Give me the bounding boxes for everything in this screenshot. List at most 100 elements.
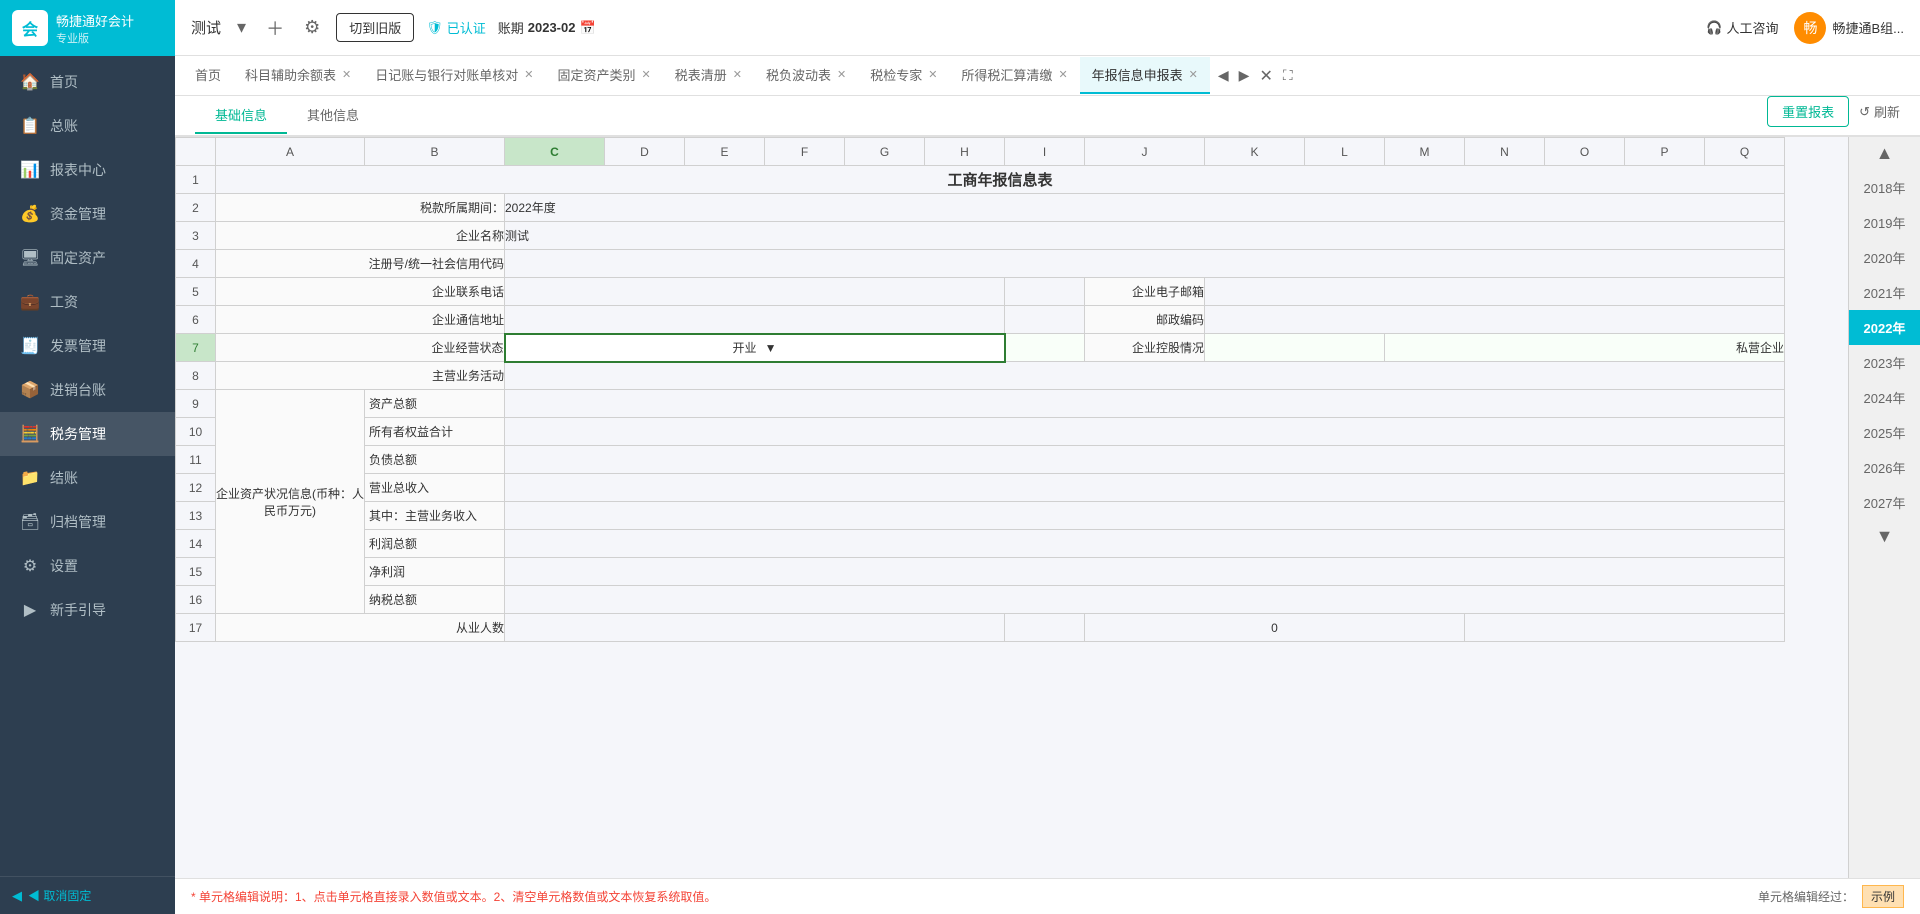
cell-holding-label: 企业控股情况 xyxy=(1085,334,1205,362)
switch-version-btn[interactable]: 切到旧版 xyxy=(336,13,414,42)
tab-close-icon[interactable]: ✕ xyxy=(342,68,351,81)
year-2027[interactable]: 2027年 xyxy=(1849,485,1920,520)
col-h-header: H xyxy=(925,138,1005,166)
cell-status-dropdown[interactable]: 开业 ▼ xyxy=(505,334,1005,362)
year-2026[interactable]: 2026年 xyxy=(1849,450,1920,485)
cell-main-revenue-value[interactable] xyxy=(505,502,1785,530)
add-btn[interactable]: ＋ xyxy=(262,13,288,43)
sidebar-item-archive[interactable]: 🗃 归档管理 xyxy=(0,500,175,544)
year-2025[interactable]: 2025年 xyxy=(1849,415,1920,450)
sidebar-item-invoice[interactable]: 🧾 发票管理 xyxy=(0,324,175,368)
refresh-btn[interactable]: ↺ 刷新 xyxy=(1859,102,1900,121)
sidebar-item-close[interactable]: 📁 结账 xyxy=(0,456,175,500)
cell-holding-value[interactable] xyxy=(1205,334,1385,362)
invoice-icon: 🧾 xyxy=(20,336,40,356)
tab-close-icon[interactable]: ✕ xyxy=(1189,68,1198,81)
cell-main-biz-value[interactable] xyxy=(505,362,1785,390)
settings-btn[interactable]: ⚙ xyxy=(300,15,324,40)
table-row: 8 主营业务活动 xyxy=(176,362,1785,390)
row-13-header: 13 xyxy=(176,502,216,530)
status-hint: * 单元格编辑说明：1、点击单元格直接录入数值或文本。2、清空单元格数值或文本恢… xyxy=(191,888,716,905)
col-j-header: J xyxy=(1085,138,1205,166)
tab-tax-expert[interactable]: 税检专家 ✕ xyxy=(858,57,949,94)
tab-income-tax[interactable]: 所得税汇算清缴 ✕ xyxy=(949,57,1079,94)
sub-tab-basic[interactable]: 基础信息 xyxy=(195,97,287,134)
cell-email-value[interactable] xyxy=(1205,278,1785,306)
cell-company-value[interactable]: 测试 xyxy=(505,222,1785,250)
tab-close-icon[interactable]: ✕ xyxy=(642,68,651,81)
sidebar-item-home[interactable]: 🏠 首页 xyxy=(0,60,175,104)
sidebar-collapse-btn[interactable]: ◀ ◀ 取消固定 xyxy=(0,876,175,914)
cell-title[interactable]: 工商年报信息表 xyxy=(216,166,1785,194)
year-2021[interactable]: 2021年 xyxy=(1849,275,1920,310)
cell-phone-value[interactable] xyxy=(505,278,1005,306)
cell-liabilities-value[interactable] xyxy=(505,446,1785,474)
cell-period-value[interactable]: 2022年度 xyxy=(505,194,1785,222)
tab-journal-bank[interactable]: 日记账与银行对账单核对 ✕ xyxy=(363,57,545,94)
reset-report-btn[interactable]: 重置报表 xyxy=(1767,96,1849,127)
year-2024[interactable]: 2024年 xyxy=(1849,380,1920,415)
sidebar-item-stock[interactable]: 📦 进销台账 xyxy=(0,368,175,412)
cell-empty-17rest xyxy=(1465,614,1785,642)
verified-badge: 🛡 已认证 xyxy=(426,18,486,37)
tab-tax-table[interactable]: 税表清册 ✕ xyxy=(663,57,754,94)
user-menu[interactable]: 畅 畅捷通B组... xyxy=(1794,12,1904,44)
tab-next-btn[interactable]: ▶ xyxy=(1235,63,1254,88)
cell-equity-value[interactable] xyxy=(505,418,1785,446)
calendar-icon[interactable]: 📅 xyxy=(579,20,595,36)
tab-close-icon[interactable]: ✕ xyxy=(837,68,846,81)
sidebar-item-asset[interactable]: 🖥 固定资产 xyxy=(0,236,175,280)
year-2023[interactable]: 2023年 xyxy=(1849,345,1920,380)
sidebar-logo: 会 畅捷通好会计 专业版 xyxy=(0,0,175,56)
tab-fixed-asset-type[interactable]: 固定资产类别 ✕ xyxy=(545,57,662,94)
cell-net-profit-value[interactable] xyxy=(505,558,1785,586)
tab-home[interactable]: 首页 xyxy=(183,57,233,94)
capital-icon: 💰 xyxy=(20,204,40,224)
sidebar-item-capital[interactable]: 💰 资金管理 xyxy=(0,192,175,236)
close-period-icon: 📁 xyxy=(20,468,40,488)
sidebar-item-guide[interactable]: ▶ 新手引导 xyxy=(0,588,175,632)
year-panel-up-btn[interactable]: ▲ xyxy=(1849,137,1920,170)
year-2019[interactable]: 2019年 xyxy=(1849,205,1920,240)
year-2022[interactable]: 2022年 xyxy=(1849,310,1920,345)
tab-close-icon[interactable]: ✕ xyxy=(733,68,742,81)
tab-tax-burden[interactable]: 税负波动表 ✕ xyxy=(754,57,858,94)
status-bar-right: 单元格编辑经过： 示例 xyxy=(1758,885,1904,908)
tab-close-icon[interactable]: ✕ xyxy=(1058,68,1067,81)
tab-close-icon[interactable]: ✕ xyxy=(928,68,937,81)
project-dropdown-btn[interactable]: ▾ xyxy=(233,15,250,40)
guide-icon: ▶ xyxy=(20,600,40,620)
row-3-header: 3 xyxy=(176,222,216,250)
sidebar-item-tax[interactable]: 🧮 税务管理 xyxy=(0,412,175,456)
tab-annual-report[interactable]: 年报信息申报表 ✕ xyxy=(1080,57,1210,94)
cell-tax-total-value[interactable] xyxy=(505,586,1785,614)
spreadsheet-wrapper[interactable]: A B C D E F G H I J K L M xyxy=(175,137,1848,878)
toolbar-right: 重置报表 ↺ 刷新 xyxy=(1767,96,1900,135)
topbar: 测试 ▾ ＋ ⚙ 切到旧版 🛡 已认证 账期 2023-02 📅 🎧 人工咨询 … xyxy=(175,0,1920,56)
sidebar-item-settings[interactable]: ⚙ 设置 xyxy=(0,544,175,588)
dropdown-arrow-icon: ▼ xyxy=(765,341,777,355)
sidebar-item-report[interactable]: 📊 报表中心 xyxy=(0,148,175,192)
sidebar-item-ledger[interactable]: 📋 总账 xyxy=(0,104,175,148)
tab-prev-btn[interactable]: ◀ xyxy=(1214,63,1233,88)
sidebar-item-salary[interactable]: 💼 工资 xyxy=(0,280,175,324)
support-btn[interactable]: 🎧 人工咨询 xyxy=(1706,18,1778,37)
year-2018[interactable]: 2018年 xyxy=(1849,170,1920,205)
cell-profit-value[interactable] xyxy=(505,530,1785,558)
tab-close-icon[interactable]: ✕ xyxy=(524,68,533,81)
sub-tab-other[interactable]: 其他信息 xyxy=(287,97,379,134)
tab-subject-balance[interactable]: 科目辅助余额表 ✕ xyxy=(233,57,363,94)
tab-expand-btn[interactable]: ⛶ xyxy=(1279,63,1297,88)
cell-address-value[interactable] xyxy=(505,306,1005,334)
cell-revenue-value[interactable] xyxy=(505,474,1785,502)
cell-total-asset-value[interactable] xyxy=(505,390,1785,418)
col-i-header: I xyxy=(1005,138,1085,166)
cell-regnum-value[interactable] xyxy=(505,250,1785,278)
tab-close-all-btn[interactable]: ✕ xyxy=(1255,62,1276,90)
year-panel-down-btn[interactable]: ▼ xyxy=(1849,520,1920,553)
year-2020[interactable]: 2020年 xyxy=(1849,240,1920,275)
cell-employees-num[interactable]: 0 xyxy=(1085,614,1465,642)
cell-postcode-value[interactable] xyxy=(1205,306,1785,334)
sidebar-item-label: 资金管理 xyxy=(50,204,106,224)
cell-employees-value[interactable] xyxy=(505,614,1005,642)
